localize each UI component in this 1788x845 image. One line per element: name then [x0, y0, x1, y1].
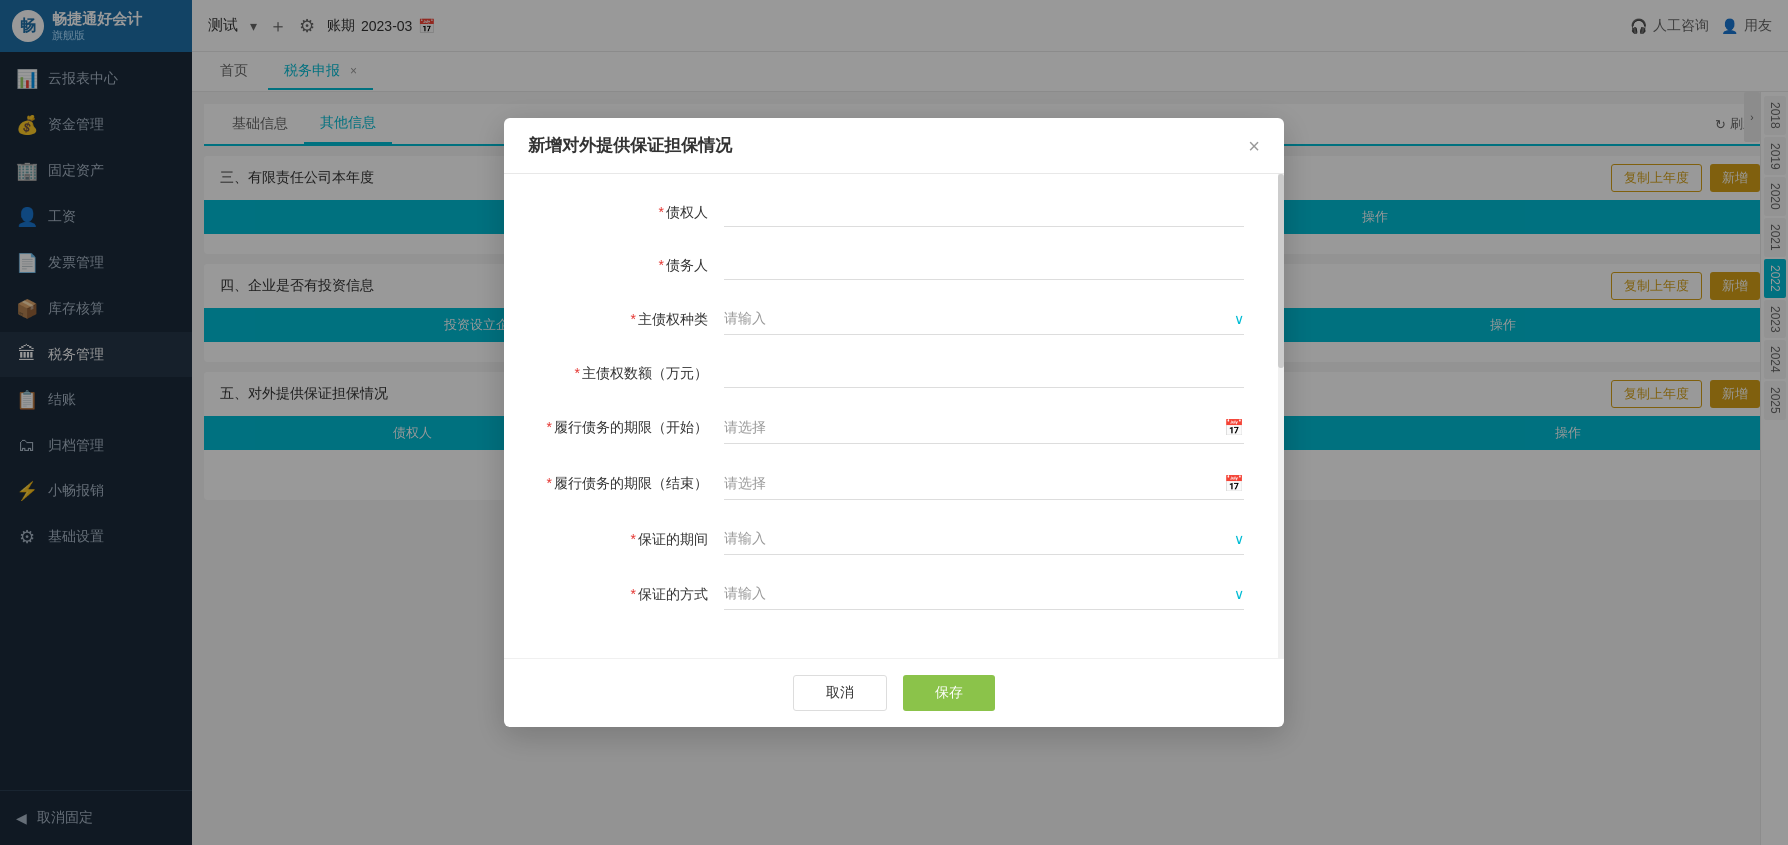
debt-type-control: 请输入 ∨	[724, 304, 1244, 335]
guarantee-method-placeholder: 请输入	[724, 585, 1234, 603]
modal-close-button[interactable]: ×	[1248, 136, 1260, 156]
debt-type-select[interactable]: 请输入 ∨	[724, 304, 1244, 335]
form-row-period-end: *履行债务的期限（结束） 请选择 📅	[544, 468, 1244, 500]
period-start-date[interactable]: 请选择 📅	[724, 412, 1244, 444]
guarantee-period-label: *保证的期间	[544, 531, 724, 549]
debt-amount-input[interactable]	[724, 359, 1244, 388]
form-row-period-start: *履行债务的期限（开始） 请选择 📅	[544, 412, 1244, 444]
debt-amount-label: *主债权数额（万元）	[544, 365, 724, 383]
guarantee-method-dropdown-icon: ∨	[1234, 586, 1244, 602]
modal-title: 新增对外提供保证担保情况	[528, 134, 732, 157]
debt-type-dropdown-icon: ∨	[1234, 311, 1244, 327]
form-row-debt-type: *主债权种类 请输入 ∨	[544, 304, 1244, 335]
debtor-control	[724, 251, 1244, 280]
guarantee-method-select[interactable]: 请输入 ∨	[724, 579, 1244, 610]
modal-header: 新增对外提供保证担保情况 ×	[504, 118, 1284, 174]
modal-add-guarantee: 新增对外提供保证担保情况 × *债权人 *债务人	[504, 118, 1284, 727]
guarantee-method-label: *保证的方式	[544, 586, 724, 604]
debtor-input[interactable]	[724, 251, 1244, 280]
period-start-label: *履行债务的期限（开始）	[544, 419, 724, 437]
debt-type-label: *主债权种类	[544, 311, 724, 329]
modal-body: *债权人 *债务人 *主债权种类	[504, 174, 1284, 658]
guarantee-method-control: 请输入 ∨	[724, 579, 1244, 610]
cancel-button[interactable]: 取消	[793, 675, 887, 711]
form-row-creditor: *债权人	[544, 198, 1244, 227]
modal-overlay: 新增对外提供保证担保情况 × *债权人 *债务人	[0, 0, 1788, 845]
period-start-control: 请选择 📅	[724, 412, 1244, 444]
modal-footer: 取消 保存	[504, 658, 1284, 727]
creditor-input[interactable]	[724, 198, 1244, 227]
debtor-label: *债务人	[544, 257, 724, 275]
save-button[interactable]: 保存	[903, 675, 995, 711]
period-end-control: 请选择 📅	[724, 468, 1244, 500]
guarantee-period-control: 请输入 ∨	[724, 524, 1244, 555]
period-end-label: *履行债务的期限（结束）	[544, 475, 724, 493]
guarantee-period-placeholder: 请输入	[724, 530, 1234, 548]
creditor-control	[724, 198, 1244, 227]
form-row-debtor: *债务人	[544, 251, 1244, 280]
creditor-label: *债权人	[544, 204, 724, 222]
calendar-start-icon: 📅	[1224, 418, 1244, 437]
form-row-guarantee-period: *保证的期间 请输入 ∨	[544, 524, 1244, 555]
period-end-date[interactable]: 请选择 📅	[724, 468, 1244, 500]
form-row-guarantee-method: *保证的方式 请输入 ∨	[544, 579, 1244, 610]
period-end-placeholder: 请选择	[724, 475, 1224, 493]
guarantee-period-select[interactable]: 请输入 ∨	[724, 524, 1244, 555]
period-start-placeholder: 请选择	[724, 419, 1224, 437]
debt-type-placeholder: 请输入	[724, 310, 1234, 328]
form-row-debt-amount: *主债权数额（万元）	[544, 359, 1244, 388]
calendar-end-icon: 📅	[1224, 474, 1244, 493]
debt-amount-control	[724, 359, 1244, 388]
guarantee-period-dropdown-icon: ∨	[1234, 531, 1244, 547]
